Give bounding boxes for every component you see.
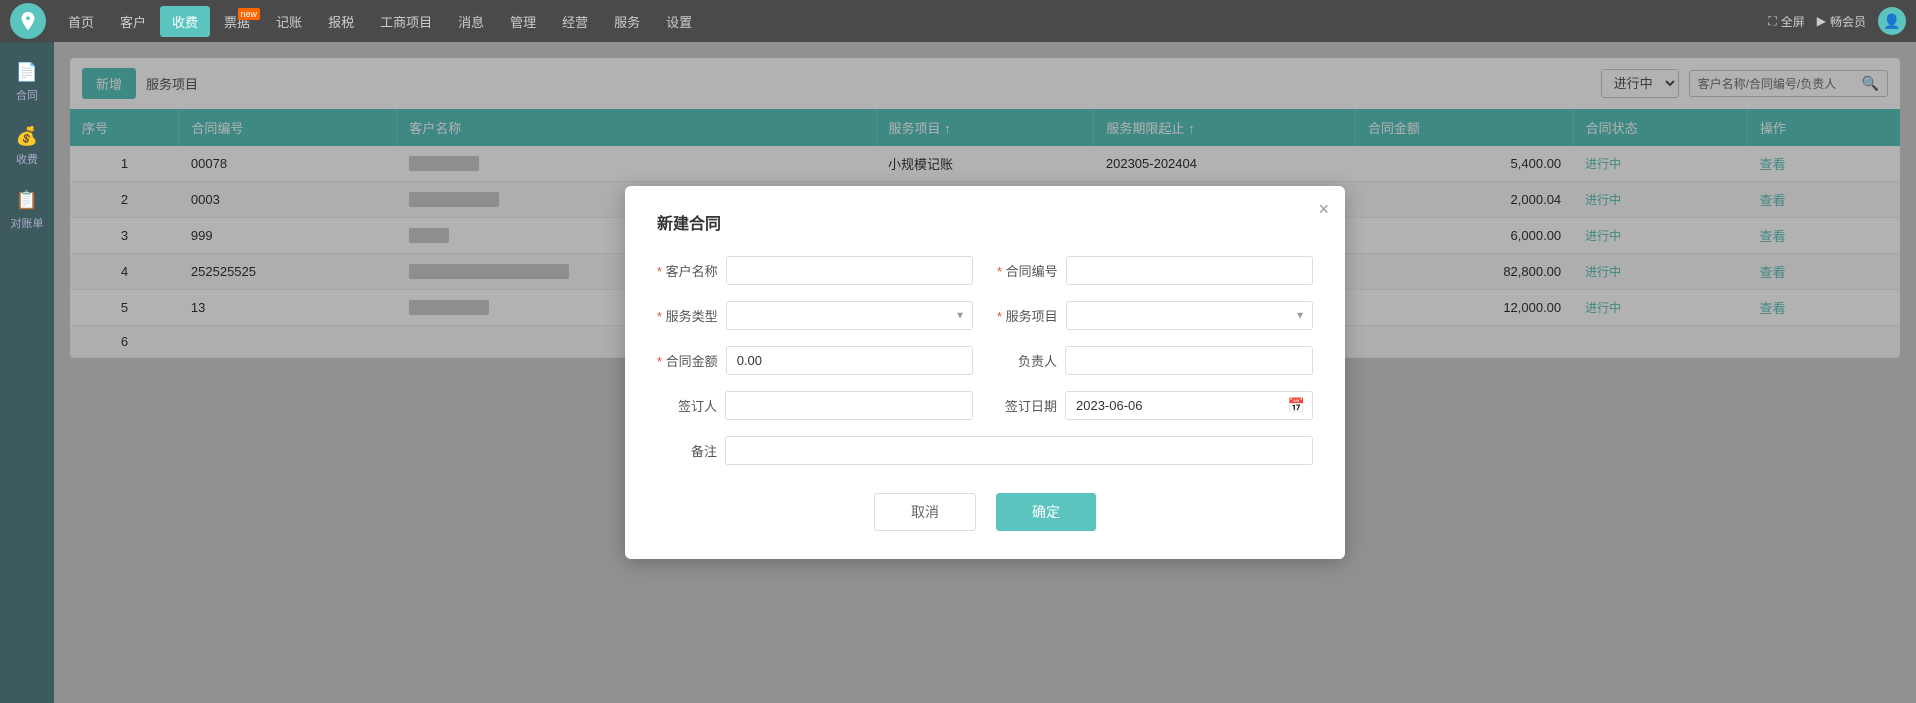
service-item-label: 服务项目 — [997, 306, 1058, 325]
nav-item-bookkeeping[interactable]: 记账 — [264, 6, 314, 37]
sidebar-item-contract[interactable]: 📄 合同 — [2, 52, 52, 111]
customer-name-input[interactable] — [726, 256, 973, 285]
form-row-service-type: 服务类型 — [657, 301, 973, 330]
sign-date-wrapper: 📅 — [1065, 391, 1313, 420]
confirm-button[interactable]: 确定 — [996, 493, 1096, 531]
nav-item-service[interactable]: 服务 — [602, 6, 652, 37]
form-row-service-item: 服务项目 — [997, 301, 1313, 330]
remark-input[interactable] — [725, 436, 1313, 465]
signer-label: 签订人 — [657, 396, 717, 415]
form-row-person-in-charge: 负责人 — [997, 346, 1313, 375]
nav-item-business[interactable]: 工商项目 — [368, 6, 444, 37]
modal-footer: 取消 确定 — [657, 493, 1313, 531]
form-row-amount: 合同金额 — [657, 346, 973, 375]
main-layout: 📄 合同 💰 收费 📋 对账单 新增 服务项目 进行中 已完成 已终止 — [0, 42, 1916, 703]
nav-item-ticket[interactable]: 票据 new — [212, 6, 262, 37]
form-grid: 客户名称 合同编号 服务类型 — [657, 256, 1313, 465]
modal-close-button[interactable]: × — [1318, 200, 1329, 218]
sidebar-item-billing[interactable]: 💰 收费 — [2, 116, 52, 175]
modal-dialog: 新建合同 × 客户名称 合同编号 服务类型 — [625, 186, 1345, 559]
remark-label: 备注 — [657, 441, 717, 460]
sidebar-item-contract-label: 合同 — [16, 87, 38, 103]
form-row-customer: 客户名称 — [657, 256, 973, 285]
content-area: 新增 服务项目 进行中 已完成 已终止 🔍 序号 合同编号 — [54, 42, 1916, 703]
fullscreen-button[interactable]: ⛶ 全屏 — [1768, 13, 1804, 30]
nav-item-message[interactable]: 消息 — [446, 6, 496, 37]
service-item-select-wrapper — [1066, 301, 1313, 330]
top-nav: 首页 客户 收费 票据 new 记账 报税 工商项目 消息 管理 经营 服务 设… — [0, 0, 1916, 42]
app-logo[interactable] — [10, 3, 46, 39]
avatar[interactable]: 👤 — [1878, 7, 1906, 35]
form-row-sign-date: 签订日期 📅 — [997, 391, 1313, 420]
reconcile-icon: 📋 — [15, 188, 39, 212]
form-row-contract-no: 合同编号 — [997, 256, 1313, 285]
service-type-label: 服务类型 — [657, 306, 718, 325]
contract-no-label: 合同编号 — [997, 261, 1058, 280]
sign-date-input[interactable] — [1065, 391, 1313, 420]
new-badge: new — [238, 8, 261, 21]
member-button[interactable]: ▶ 畅会员 — [1817, 13, 1866, 30]
sidebar-item-reconcile[interactable]: 📋 对账单 — [2, 180, 52, 239]
service-type-select-wrapper — [726, 301, 973, 330]
person-in-charge-label: 负责人 — [997, 351, 1057, 370]
nav-items: 首页 客户 收费 票据 new 记账 报税 工商项目 消息 管理 经营 服务 设… — [56, 6, 1768, 37]
sign-date-label: 签订日期 — [997, 396, 1057, 415]
person-in-charge-input[interactable] — [1065, 346, 1313, 375]
modal-title: 新建合同 — [657, 210, 1313, 234]
sidebar-item-reconcile-label: 对账单 — [11, 215, 44, 231]
nav-item-invoice[interactable]: 收费 — [160, 6, 210, 37]
nav-item-operation[interactable]: 经营 — [550, 6, 600, 37]
contract-amount-label: 合同金额 — [657, 351, 718, 370]
nav-item-tax[interactable]: 报税 — [316, 6, 366, 37]
contract-icon: 📄 — [15, 60, 39, 84]
top-nav-right: ⛶ 全屏 ▶ 畅会员 👤 — [1768, 7, 1906, 35]
form-row-remark: 备注 — [657, 436, 1313, 465]
sidebar-item-billing-label: 收费 — [16, 151, 38, 167]
sidebar: 📄 合同 💰 收费 📋 对账单 — [0, 42, 54, 703]
nav-item-settings[interactable]: 设置 — [654, 6, 704, 37]
cancel-button[interactable]: 取消 — [874, 493, 976, 531]
nav-item-customer[interactable]: 客户 — [108, 6, 158, 37]
service-type-select[interactable] — [726, 301, 973, 330]
form-row-signer: 签订人 — [657, 391, 973, 420]
nav-item-home[interactable]: 首页 — [56, 6, 106, 37]
nav-item-management[interactable]: 管理 — [498, 6, 548, 37]
contract-no-input[interactable] — [1066, 256, 1313, 285]
contract-amount-input[interactable] — [726, 346, 973, 375]
service-item-select[interactable] — [1066, 301, 1313, 330]
customer-name-label: 客户名称 — [657, 261, 718, 280]
billing-icon: 💰 — [15, 124, 39, 148]
modal-overlay[interactable]: 新建合同 × 客户名称 合同编号 服务类型 — [54, 42, 1916, 703]
signer-input[interactable] — [725, 391, 973, 420]
